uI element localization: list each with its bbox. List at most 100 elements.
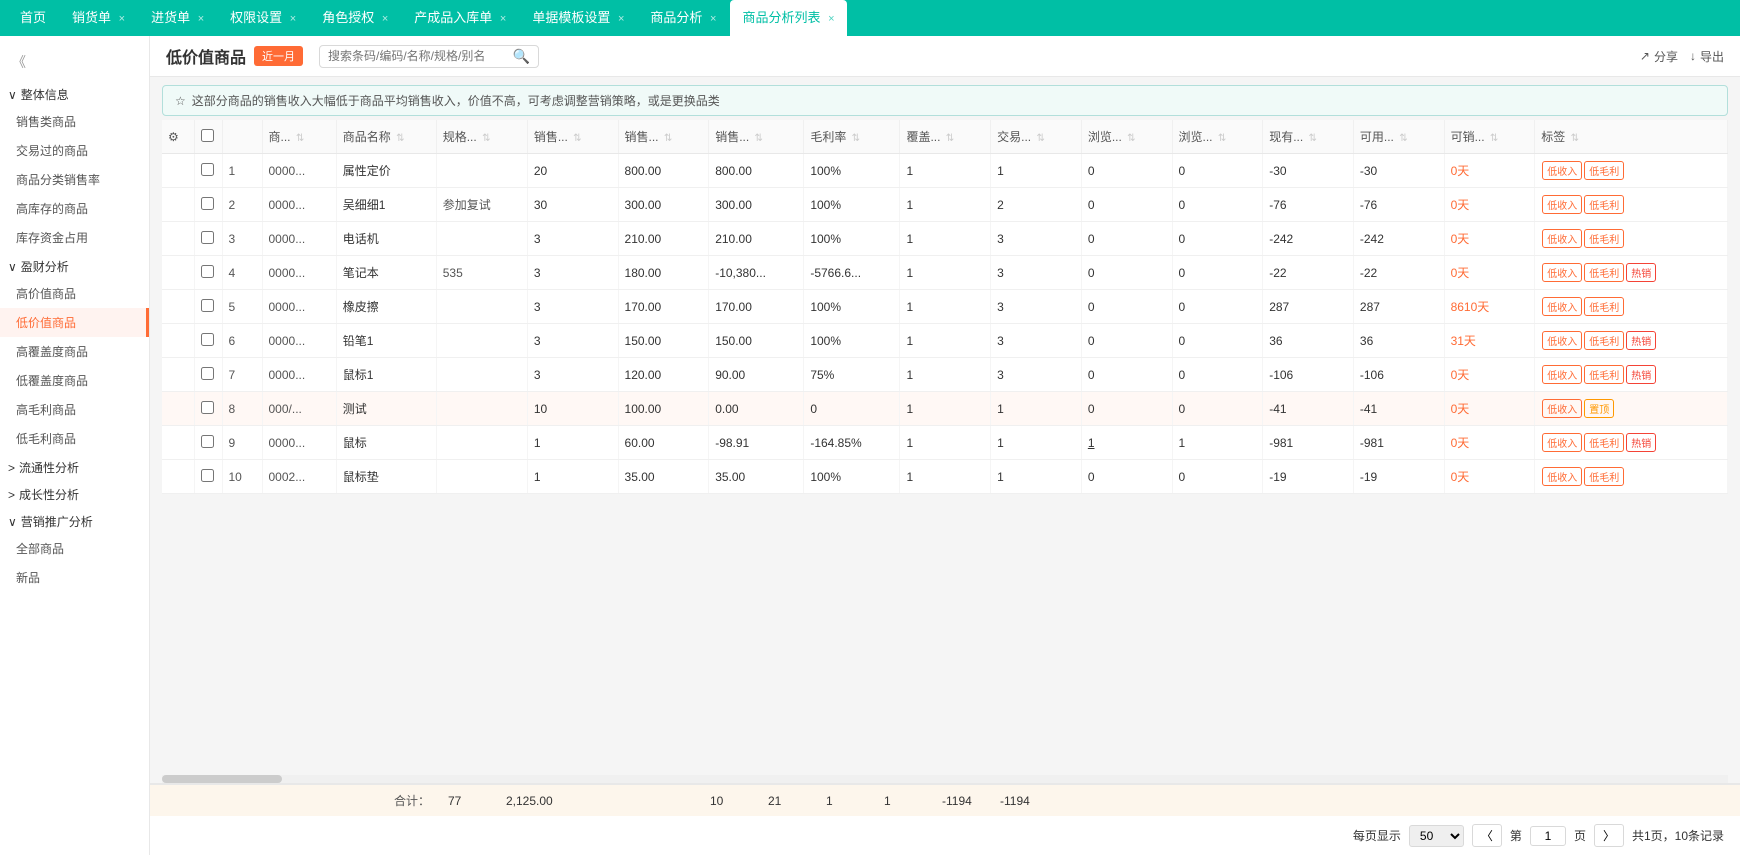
col-margin[interactable]: 毛利率 ⇅ [804, 120, 900, 154]
col-code[interactable]: 商... ⇅ [262, 120, 336, 154]
table-row[interactable]: 3 0000... 电话机 3 210.00 210.00 100% 1 3 0… [162, 222, 1728, 256]
nav-permissions[interactable]: 权限设置 × [218, 0, 308, 36]
col-trade[interactable]: 交易... ⇅ [991, 120, 1082, 154]
cell-view1[interactable]: 1 [1081, 426, 1172, 460]
table-row[interactable]: 9 0000... 鼠标 1 60.00 -98.91 -164.85% 1 1… [162, 426, 1728, 460]
close-icon[interactable]: × [382, 13, 388, 25]
table-row[interactable]: 4 0000... 笔记本 535 3 180.00 -10,380... -5… [162, 256, 1728, 290]
sidebar-collapse-btn[interactable]: 《 [8, 48, 30, 76]
cell-checkbox[interactable] [194, 290, 222, 324]
col-available[interactable]: 可用... ⇅ [1353, 120, 1444, 154]
col-s1[interactable]: 销售... ⇅ [527, 120, 618, 154]
table-row[interactable]: 10 0002... 鼠标垫 1 35.00 35.00 100% 1 1 0 … [162, 460, 1728, 494]
view1-link[interactable]: 0 [1088, 164, 1095, 178]
sidebar-item-stock-capital[interactable]: 库存资金占用 [0, 223, 149, 252]
col-current[interactable]: 现有... ⇅ [1263, 120, 1354, 154]
cell-checkbox[interactable] [194, 460, 222, 494]
col-sellable[interactable]: 可销... ⇅ [1444, 120, 1535, 154]
cell-view1[interactable]: 0 [1081, 154, 1172, 188]
close-icon[interactable]: × [500, 13, 506, 25]
close-icon[interactable]: × [828, 13, 834, 25]
sidebar-item-sales-products[interactable]: 销售类商品 [0, 107, 149, 136]
close-icon[interactable]: × [618, 13, 624, 25]
view1-link[interactable]: 1 [1088, 436, 1095, 450]
cell-checkbox[interactable] [194, 222, 222, 256]
cell-checkbox[interactable] [194, 392, 222, 426]
sidebar-group-overall[interactable]: ∨ 整体信息 [0, 80, 149, 107]
view1-link[interactable]: 0 [1088, 368, 1095, 382]
select-all-checkbox[interactable] [201, 129, 214, 142]
cell-view1[interactable]: 0 [1081, 358, 1172, 392]
col-view2[interactable]: 浏览... ⇅ [1172, 120, 1263, 154]
sidebar-item-low-coverage[interactable]: 低覆盖度商品 [0, 366, 149, 395]
row-checkbox[interactable] [201, 367, 214, 380]
view1-link[interactable]: 0 [1088, 266, 1095, 280]
search-icon[interactable]: 🔍 [513, 48, 530, 65]
next-page-btn[interactable]: 〉 [1594, 824, 1624, 847]
page-size-select[interactable]: 50 100 [1409, 825, 1464, 847]
sidebar-item-low-value[interactable]: 低价值商品 [0, 308, 149, 337]
row-checkbox[interactable] [201, 469, 214, 482]
sidebar-group-financial[interactable]: ∨ 盈财分析 [0, 252, 149, 279]
sidebar-item-low-margin[interactable]: 低毛利商品 [0, 424, 149, 453]
table-row[interactable]: 7 0000... 鼠标1 3 120.00 90.00 75% 1 3 0 0… [162, 358, 1728, 392]
sidebar-item-category-sales[interactable]: 商品分类销售率 [0, 165, 149, 194]
row-checkbox[interactable] [201, 265, 214, 278]
sidebar-group-growth[interactable]: > 成长性分析 [0, 480, 149, 507]
col-coverage[interactable]: 覆盖... ⇅ [900, 120, 991, 154]
row-checkbox[interactable] [201, 197, 214, 210]
first-page-btn[interactable]: 〈 [1472, 824, 1502, 847]
nav-template[interactable]: 单据模板设置 × [520, 0, 636, 36]
share-btn[interactable]: ↗ 分享 [1640, 48, 1678, 65]
sidebar-item-high-value[interactable]: 高价值商品 [0, 279, 149, 308]
period-tag-btn[interactable]: 近一月 [254, 46, 303, 66]
cell-view1[interactable]: 0 [1081, 324, 1172, 358]
col-name[interactable]: 商品名称 ⇅ [336, 120, 436, 154]
col-tags[interactable]: 标签 ⇅ [1535, 120, 1728, 154]
col-s3[interactable]: 销售... ⇅ [709, 120, 804, 154]
table-scrollbar[interactable] [162, 775, 1728, 783]
table-row[interactable]: 8 000/... 测试 10 100.00 0.00 0 1 1 0 0 -4… [162, 392, 1728, 426]
sidebar-group-liquidity[interactable]: > 流通性分析 [0, 453, 149, 480]
table-container[interactable]: ⚙ 商... ⇅ 商品名称 ⇅ 规格... ⇅ 销售... ⇅ 销售... ⇅ … [150, 120, 1740, 775]
cell-view1[interactable]: 0 [1081, 256, 1172, 290]
page-number-input[interactable] [1530, 826, 1566, 846]
sidebar-item-all-products[interactable]: 全部商品 [0, 534, 149, 563]
nav-product-analysis[interactable]: 商品分析 × [638, 0, 728, 36]
close-icon[interactable]: × [290, 13, 296, 25]
row-checkbox[interactable] [201, 435, 214, 448]
row-checkbox[interactable] [201, 163, 214, 176]
search-input[interactable] [328, 49, 513, 63]
view1-link[interactable]: 0 [1088, 402, 1095, 416]
nav-home[interactable]: 首页 [8, 0, 58, 36]
cell-checkbox[interactable] [194, 358, 222, 392]
table-row[interactable]: 1 0000... 属性定价 20 800.00 800.00 100% 1 1… [162, 154, 1728, 188]
view1-link[interactable]: 0 [1088, 470, 1095, 484]
nav-sales[interactable]: 销货单 × [60, 0, 137, 36]
cell-view1[interactable]: 0 [1081, 460, 1172, 494]
scrollbar-thumb[interactable] [162, 775, 282, 783]
cell-view1[interactable]: 0 [1081, 290, 1172, 324]
cell-view1[interactable]: 0 [1081, 188, 1172, 222]
view1-link[interactable]: 0 [1088, 334, 1095, 348]
cell-checkbox[interactable] [194, 154, 222, 188]
col-view1[interactable]: 浏览... ⇅ [1081, 120, 1172, 154]
cell-checkbox[interactable] [194, 188, 222, 222]
sidebar-item-high-margin[interactable]: 高毛利商品 [0, 395, 149, 424]
cell-view1[interactable]: 0 [1081, 222, 1172, 256]
col-checkbox[interactable] [194, 120, 222, 154]
table-row[interactable]: 6 0000... 铅笔1 3 150.00 150.00 100% 1 3 0… [162, 324, 1728, 358]
view1-link[interactable]: 0 [1088, 300, 1095, 314]
view1-link[interactable]: 0 [1088, 198, 1095, 212]
nav-product-entry[interactable]: 产成品入库单 × [402, 0, 518, 36]
table-row[interactable]: 2 0000... 吴细细1 参加复试 30 300.00 300.00 100… [162, 188, 1728, 222]
cell-checkbox[interactable] [194, 426, 222, 460]
close-icon[interactable]: × [119, 13, 125, 25]
row-checkbox[interactable] [201, 299, 214, 312]
sidebar-group-marketing[interactable]: ∨ 营销推广分析 [0, 507, 149, 534]
col-spec[interactable]: 规格... ⇅ [436, 120, 527, 154]
table-row[interactable]: 5 0000... 橡皮擦 3 170.00 170.00 100% 1 3 0… [162, 290, 1728, 324]
nav-roles[interactable]: 角色授权 × [310, 0, 400, 36]
cell-checkbox[interactable] [194, 324, 222, 358]
nav-product-analysis-list[interactable]: 商品分析列表 × [730, 0, 846, 36]
